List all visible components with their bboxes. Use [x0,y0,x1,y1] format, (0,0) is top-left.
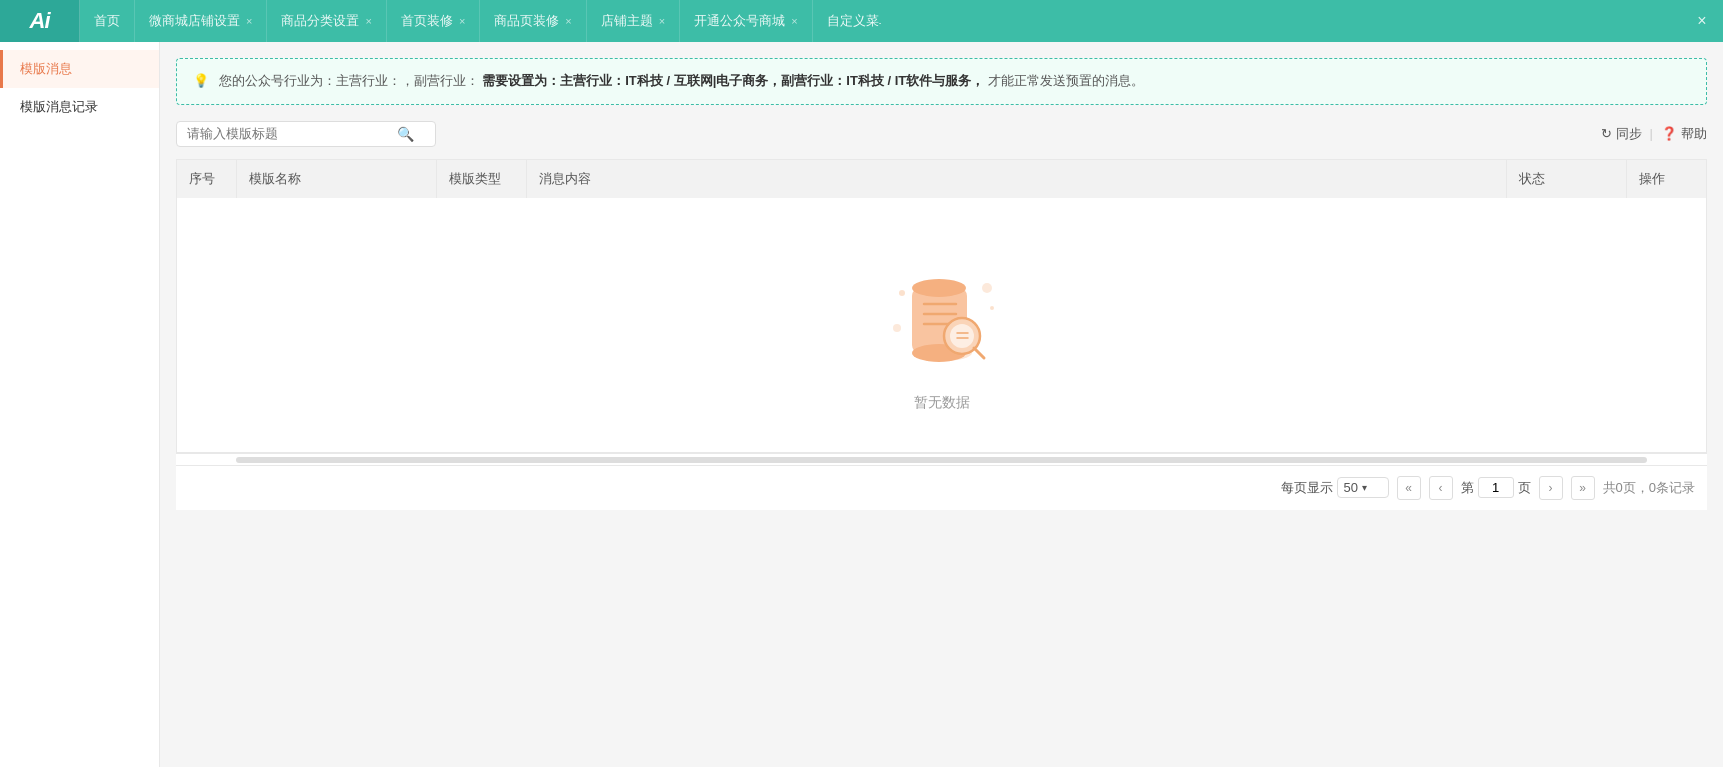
notice-suffix: 才能正常发送预置的消息。 [988,73,1144,88]
data-table: 序号 模版名称 模版类型 消息内容 状态 操作 [176,159,1707,453]
sync-icon: ↻ [1601,126,1612,141]
search-input-wrap[interactable]: 🔍 [176,121,436,147]
svg-point-12 [899,290,905,296]
tab-close-open-mall[interactable]: × [791,15,797,27]
horizontal-scrollbar[interactable] [176,453,1707,465]
tab-close-product-decoration[interactable]: × [565,15,571,27]
search-bar: 🔍 ↻ 同步 | ❓ 帮助 [176,121,1707,147]
svg-point-8 [950,324,974,348]
sidebar-items: 模版消息模版消息记录 [0,50,159,126]
col-status: 状态 [1507,159,1627,198]
app-logo: Ai [0,0,80,42]
tab-close-home-decoration[interactable]: × [459,15,465,27]
nav-tab-product-decoration[interactable]: 商品页装修× [480,0,586,42]
help-icon: ❓ [1661,126,1677,141]
pagination-bar: 每页显示 50 ▾ « ‹ 第 页 › » [176,465,1707,510]
page-size-value: 50 [1344,480,1358,495]
page-input-wrap: 第 页 [1461,477,1531,498]
svg-point-13 [990,306,994,310]
page-unit-label: 页 [1518,479,1531,497]
prev-page-button[interactable]: ‹ [1429,476,1453,500]
col-content: 消息内容 [527,159,1507,198]
top-nav: Ai 首页微商城店铺设置×商品分类设置×首页装修×商品页装修×店铺主题×开通公众… [0,0,1723,42]
tab-close-wechat-shop[interactable]: × [246,15,252,27]
nav-tab-shop-theme[interactable]: 店铺主题× [587,0,680,42]
sidebar: 模版消息模版消息记录 [0,42,160,767]
nav-tab-open-mall[interactable]: 开通公众号商城× [680,0,812,42]
help-button[interactable]: ❓ 帮助 [1661,125,1707,143]
svg-point-15 [982,283,992,293]
search-button[interactable]: 🔍 [397,126,414,142]
notice-highlight: 需要设置为：主营行业：IT科技 / 互联网|电子商务，副营行业：IT科技 / I… [482,73,984,88]
nav-tab-home-decoration[interactable]: 首页装修× [387,0,480,42]
last-page-button[interactable]: » [1571,476,1595,500]
table-header-row: 序号 模版名称 模版类型 消息内容 状态 操作 [177,159,1707,198]
svg-point-14 [893,324,901,332]
empty-text: 暂无数据 [914,394,970,412]
divider: | [1650,126,1653,141]
tab-close-shop-theme[interactable]: × [659,15,665,27]
scroll-track [236,457,1647,463]
svg-line-9 [974,348,984,358]
col-index: 序号 [177,159,237,198]
col-type: 模版类型 [437,159,527,198]
col-actions: 操作 [1627,159,1707,198]
nav-tab-custom-menu[interactable]: 自定义菜单× [813,0,881,42]
empty-illustration [882,258,1002,378]
svg-point-2 [912,279,966,297]
next-page-button[interactable]: › [1539,476,1563,500]
dropdown-arrow-icon: ▾ [1362,482,1367,493]
page-prefix-label: 第 [1461,479,1474,497]
sync-button[interactable]: ↻ 同步 [1601,125,1642,143]
nav-tab-product-category[interactable]: 商品分类设置× [267,0,386,42]
content-area: 💡 您的公众号行业为：主营行业：，副营行业： 需要设置为：主营行业：IT科技 /… [160,42,1723,767]
page-size-dropdown[interactable]: 50 ▾ [1337,477,1389,498]
main-layout: 模版消息模版消息记录 💡 您的公众号行业为：主营行业：，副营行业： 需要设置为：… [0,42,1723,767]
page-size-select: 每页显示 50 ▾ [1281,477,1389,498]
table-body: 暂无数据 [177,198,1707,453]
nav-tabs: 首页微商城店铺设置×商品分类设置×首页装修×商品页装修×店铺主题×开通公众号商城… [80,0,881,42]
search-actions: ↻ 同步 | ❓ 帮助 [1601,125,1707,143]
window-close-button[interactable]: × [1681,0,1723,42]
page-total-text: 共0页，0条记录 [1603,479,1695,497]
search-input[interactable] [187,126,397,141]
nav-tab-home[interactable]: 首页 [80,0,135,42]
empty-state: 暂无数据 [177,198,1706,452]
notice-box: 💡 您的公众号行业为：主营行业：，副营行业： 需要设置为：主营行业：IT科技 /… [176,58,1707,105]
notice-prefix: 您的公众号行业为：主营行业：，副营行业： [219,73,479,88]
notice-icon: 💡 [193,73,209,88]
empty-state-row: 暂无数据 [177,198,1707,453]
nav-tab-wechat-shop[interactable]: 微商城店铺设置× [135,0,267,42]
sidebar-item-template-message-log[interactable]: 模版消息记录 [0,88,159,126]
current-page-input[interactable] [1478,477,1514,498]
sidebar-item-template-message[interactable]: 模版消息 [0,50,159,88]
tab-close-product-category[interactable]: × [365,15,371,27]
first-page-button[interactable]: « [1397,476,1421,500]
page-size-label: 每页显示 [1281,479,1333,497]
col-name: 模版名称 [237,159,437,198]
